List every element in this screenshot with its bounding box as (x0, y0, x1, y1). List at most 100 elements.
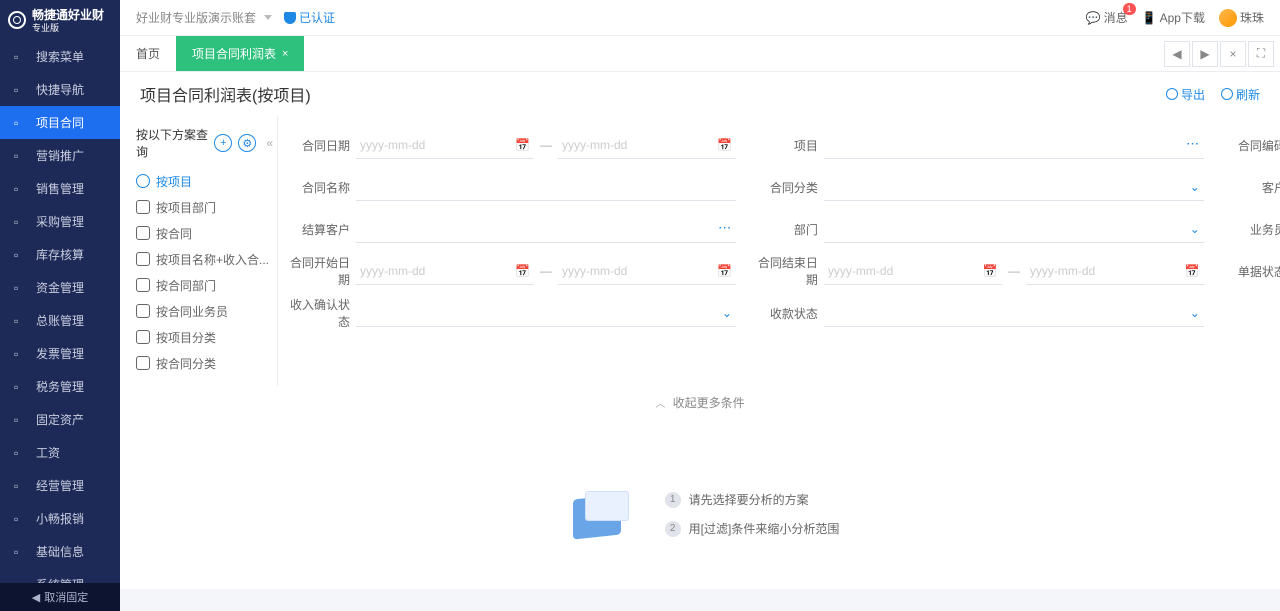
sidebar-item-label: 资金管理 (36, 279, 84, 296)
scheme-item-0[interactable]: 按项目 (136, 168, 277, 194)
more-icon[interactable]: ··· (719, 223, 732, 234)
income-status-select[interactable]: ⌄ (356, 299, 736, 327)
contract-type-select[interactable]: ⌄ (824, 173, 1204, 201)
scheme-item-4[interactable]: 按合同部门 (136, 272, 277, 298)
search-icon: ▫ (14, 50, 28, 64)
end-date-from-input[interactable] (828, 264, 983, 278)
collapse-panel-icon[interactable]: « (262, 136, 277, 150)
label-income-status: 收入确认状态 (286, 296, 356, 330)
end-date-to[interactable]: 📅 (1026, 257, 1204, 285)
contract-name-input[interactable] (356, 173, 736, 201)
tab-next-button[interactable]: ▶ (1192, 41, 1218, 67)
asset-icon: ▫ (14, 413, 28, 427)
empty-step1: 请先选择要分析的方案 (689, 491, 809, 508)
sidebar-item-7[interactable]: ▫资金管理 (0, 271, 120, 304)
scheme-item-label: 按合同业务员 (156, 303, 228, 320)
export-button[interactable]: 导出 (1166, 86, 1205, 103)
dept-field[interactable] (828, 222, 1190, 236)
scheme-item-label: 按合同部门 (156, 277, 216, 294)
more-icon[interactable]: ··· (1187, 139, 1200, 150)
sidebar-item-5[interactable]: ▫采购管理 (0, 205, 120, 238)
scheme-item-2[interactable]: 按合同 (136, 220, 277, 246)
receipt-status-select[interactable]: ⌄ (824, 299, 1204, 327)
end-date-from[interactable]: 📅 (824, 257, 1002, 285)
contract-date-to-input[interactable] (562, 138, 717, 152)
scheme-item-6[interactable]: 按项目分类 (136, 324, 277, 350)
label-contract-date: 合同日期 (286, 137, 356, 154)
start-date-from-input[interactable] (360, 264, 515, 278)
user-menu[interactable]: 珠珠 (1219, 9, 1264, 27)
contract-name-field[interactable] (360, 180, 732, 194)
end-date-to-input[interactable] (1030, 264, 1185, 278)
collapse-filters[interactable]: ︿ 收起更多条件 (120, 386, 1280, 419)
start-date-to[interactable]: 📅 (558, 257, 736, 285)
sidebar-item-6[interactable]: ▫库存核算 (0, 238, 120, 271)
chevron-down-icon: ⌄ (1190, 222, 1200, 236)
project-input[interactable]: ··· (824, 131, 1204, 159)
chevron-down-icon: ⌄ (722, 306, 732, 320)
label-salesman: 业务员 (1222, 221, 1280, 238)
start-date-to-input[interactable] (562, 264, 717, 278)
tab-home[interactable]: 首页 (120, 36, 176, 71)
label-contract-name: 合同名称 (286, 179, 356, 196)
tab-close-all-button[interactable]: × (1220, 41, 1246, 67)
download-label: App下载 (1160, 9, 1205, 26)
income-status-field[interactable] (360, 306, 722, 320)
sidebar-item-label: 搜索菜单 (36, 48, 84, 65)
sidebar-item-9[interactable]: ▫发票管理 (0, 337, 120, 370)
sidebar-item-label: 税务管理 (36, 378, 84, 395)
scheme-item-5[interactable]: 按合同业务员 (136, 298, 277, 324)
scheme-item-1[interactable]: 按项目部门 (136, 194, 277, 220)
sidebar-item-2[interactable]: ▫项目合同 (0, 106, 120, 139)
label-order-status: 单据状态 (1222, 263, 1280, 280)
tab-current[interactable]: 项目合同利润表 × (176, 36, 304, 71)
sidebar-item-label: 总账管理 (36, 312, 84, 329)
sidebar-item-1[interactable]: ▫快捷导航 (0, 73, 120, 106)
contract-date-from-input[interactable] (360, 138, 515, 152)
org-selector[interactable]: 好业财专业版演示账套 (136, 9, 272, 26)
salary-icon: ▫ (14, 446, 28, 460)
scheme-item-7[interactable]: 按合同分类 (136, 350, 277, 376)
export-label: 导出 (1181, 86, 1205, 103)
receipt-status-field[interactable] (828, 306, 1190, 320)
settle-customer-input[interactable]: ··· (356, 215, 736, 243)
sidebar-item-label: 经营管理 (36, 477, 84, 494)
label-dept: 部门 (754, 221, 824, 238)
refresh-button[interactable]: 刷新 (1221, 86, 1260, 103)
sidebar-item-15[interactable]: ▫基础信息 (0, 535, 120, 568)
close-icon[interactable]: × (282, 48, 288, 60)
scheme-title: 按以下方案查询 (136, 126, 208, 160)
sidebar-item-3[interactable]: ▫营销推广 (0, 139, 120, 172)
sidebar-item-10[interactable]: ▫税务管理 (0, 370, 120, 403)
app-download-button[interactable]: 📱 App下载 (1142, 9, 1205, 26)
scheme-item-3[interactable]: 按项目名称+收入合... (136, 246, 277, 272)
sidebar-item-8[interactable]: ▫总账管理 (0, 304, 120, 337)
project-field[interactable] (828, 138, 1187, 152)
contract-date-from[interactable]: 📅 (356, 131, 534, 159)
calendar-icon: 📅 (983, 264, 998, 278)
dept-select[interactable]: ⌄ (824, 215, 1204, 243)
contract-date-to[interactable]: 📅 (558, 131, 736, 159)
sidebar-item-label: 小畅报销 (36, 510, 84, 527)
sidebar-item-14[interactable]: ▫小畅报销 (0, 502, 120, 535)
sidebar-item-12[interactable]: ▫工资 (0, 436, 120, 469)
sidebar-item-13[interactable]: ▫经营管理 (0, 469, 120, 502)
sidebar-nav: ▫搜索菜单▫快捷导航▫项目合同▫营销推广▫销售管理▫采购管理▫库存核算▫资金管理… (0, 40, 120, 583)
chevron-down-icon: ⌄ (1190, 306, 1200, 320)
verified-label: 已认证 (299, 9, 335, 26)
unpin-sidebar[interactable]: ◀ 取消固定 (0, 583, 120, 611)
sidebar-item-16[interactable]: ▫系统管理 (0, 568, 120, 583)
sidebar-item-0[interactable]: ▫ 搜索菜单 (0, 40, 120, 73)
sidebar-item-4[interactable]: ▫销售管理 (0, 172, 120, 205)
settle-customer-field[interactable] (360, 222, 719, 236)
messages-button[interactable]: 💬 消息 1 (1086, 9, 1128, 26)
tab-prev-button[interactable]: ◀ (1164, 41, 1190, 67)
start-date-from[interactable]: 📅 (356, 257, 534, 285)
sidebar-item-11[interactable]: ▫固定资产 (0, 403, 120, 436)
add-scheme-button[interactable]: + (214, 134, 232, 152)
contract-type-field[interactable] (828, 180, 1190, 194)
doc-icon: ▫ (14, 116, 28, 130)
scheme-settings-button[interactable]: ⚙ (238, 134, 256, 152)
label-start-date: 合同开始日期 (286, 254, 356, 288)
fullscreen-button[interactable]: ⛶ (1248, 41, 1274, 67)
